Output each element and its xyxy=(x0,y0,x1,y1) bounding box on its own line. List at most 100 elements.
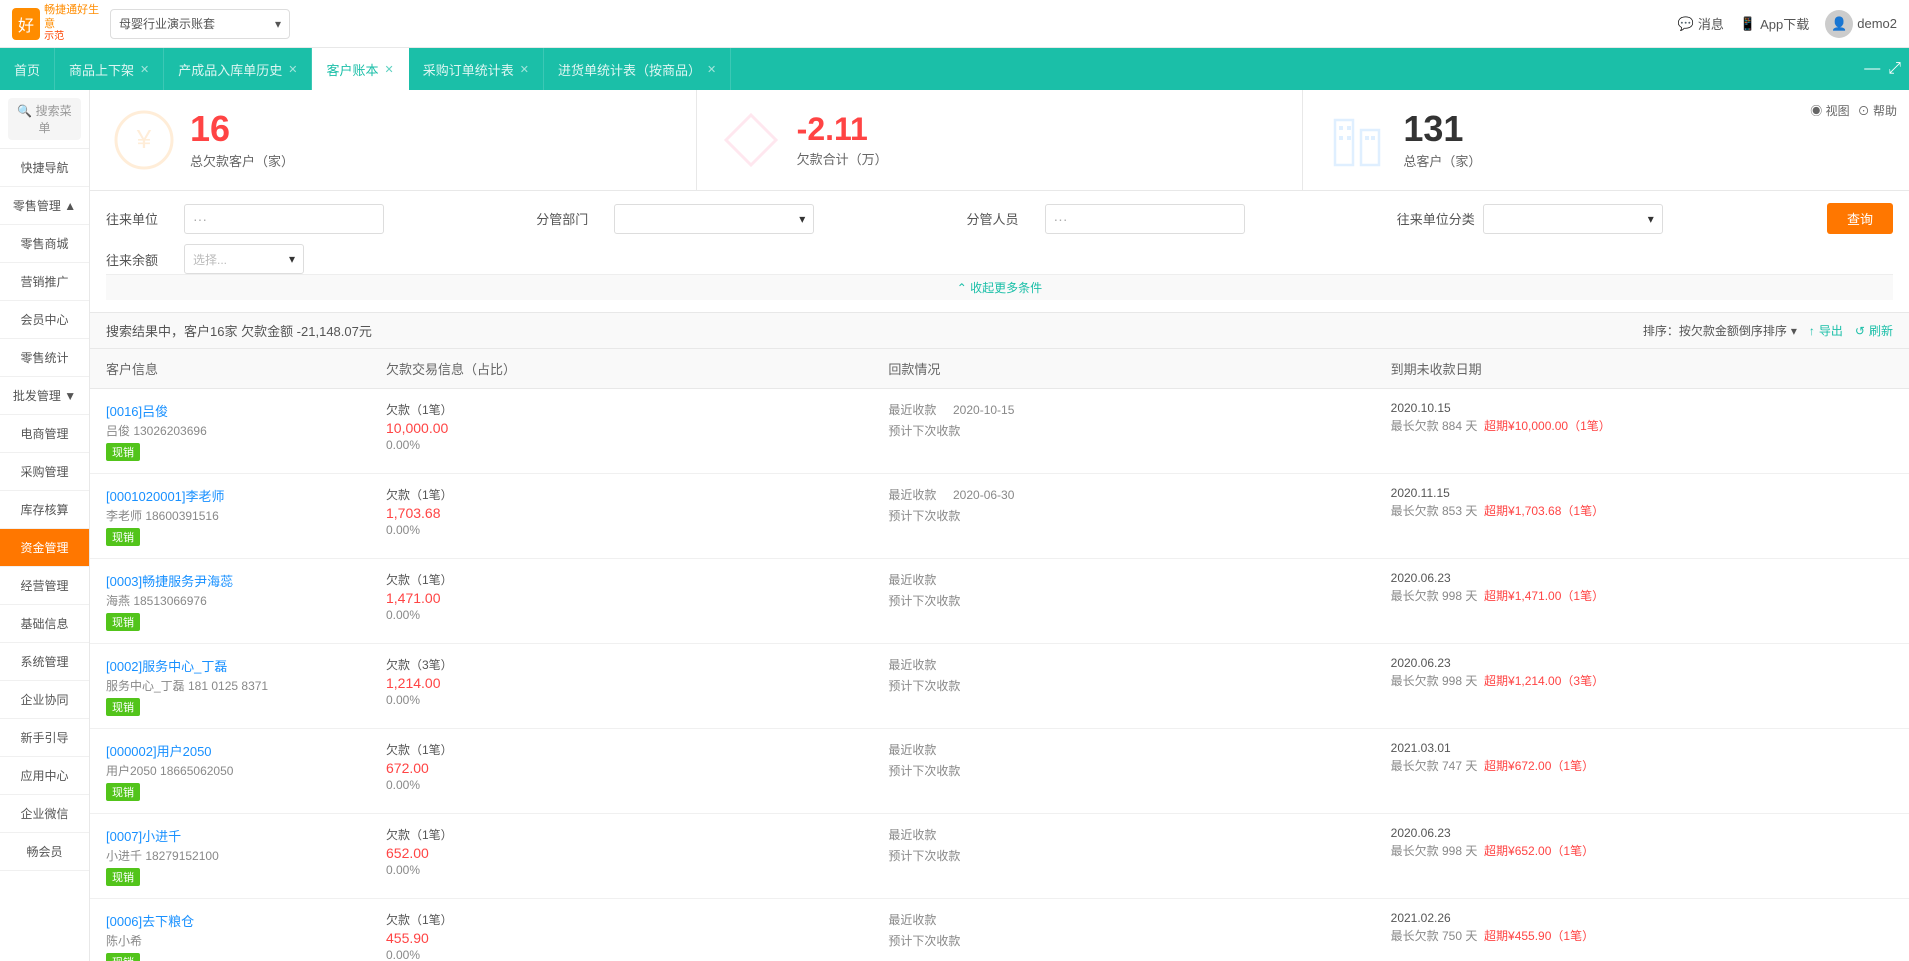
sidebar-item-inventory[interactable]: 库存核算 xyxy=(0,491,89,529)
tab-home[interactable]: 首页 xyxy=(0,48,55,90)
sort-button[interactable]: 排序：按欠款金额倒序排序 ▾ xyxy=(1643,322,1797,339)
sidebar-item-new-guide[interactable]: 新手引导 xyxy=(0,719,89,757)
overdue-days: 最长欠款 998 天 超期¥1,214.00（3笔） xyxy=(1391,672,1893,689)
return-info-cell: 最近收款 预计下次收款 xyxy=(888,571,1390,609)
sidebar-item-retail-stats[interactable]: 零售统计 xyxy=(0,339,89,377)
filter-input-manager[interactable]: ··· xyxy=(1045,204,1245,234)
search-button[interactable]: 查询 xyxy=(1827,203,1893,234)
message-button[interactable]: 💬 消息 xyxy=(1678,14,1724,33)
customer-info-cell: [0003]畅捷服务尹海蕊 海燕 18513066976 现销 xyxy=(106,571,386,631)
app-download-button[interactable]: 📱 App下载 xyxy=(1740,14,1809,33)
customer-name-link[interactable]: [0003]畅捷服务尹海蕊 xyxy=(106,574,233,589)
customer-name-link[interactable]: [0002]服务中心_丁磊 xyxy=(106,659,227,674)
stat-label-debt: 欠款合计（万） xyxy=(797,149,888,168)
sidebar-item-basic-info[interactable]: 基础信息 xyxy=(0,605,89,643)
filter-area: 往来单位 ··· 分管部门 ▾ 分管人员 ··· xyxy=(90,191,1909,313)
customer-info-cell: [0007]小进千 小进千 18279152100 现销 xyxy=(106,826,386,886)
user-avatar[interactable]: 👤 demo2 xyxy=(1825,10,1897,38)
collapse-bar[interactable]: ⌃ 收起更多条件 xyxy=(106,274,1893,300)
overdue-amount[interactable]: 超期¥652.00（1笔） xyxy=(1484,844,1594,858)
sidebar-item-member-center[interactable]: 会员中心 xyxy=(0,301,89,339)
overdue-date: 2020.06.23 xyxy=(1391,826,1893,840)
view-button[interactable]: ◉ 视图 xyxy=(1810,102,1849,119)
sidebar-item-operation[interactable]: 经营管理 xyxy=(0,567,89,605)
stat-label-total: 总客户（家） xyxy=(1403,151,1481,170)
tab-purchase-order[interactable]: 采购订单统计表 ✕ xyxy=(409,48,544,90)
search-menu-button[interactable]: 🔍 搜索菜单 xyxy=(8,98,81,140)
table-row: [0003]畅捷服务尹海蕊 海燕 18513066976 现销 欠款（1笔） 1… xyxy=(90,559,1909,644)
debt-pct: 0.00% xyxy=(386,778,888,792)
overdue-amount[interactable]: 超期¥455.90（1笔） xyxy=(1484,929,1594,943)
overdue-days: 最长欠款 747 天 超期¥672.00（1笔） xyxy=(1391,757,1893,774)
customer-name-link[interactable]: [000002]用户2050 xyxy=(106,744,212,759)
overdue-days: 最长欠款 884 天 超期¥10,000.00（1笔） xyxy=(1391,417,1893,434)
export-button[interactable]: ↑ 导出 xyxy=(1809,322,1843,339)
sidebar-item-chang-member[interactable]: 畅会员 xyxy=(0,833,89,871)
sidebar-item-system[interactable]: 系统管理 xyxy=(0,643,89,681)
filter-group-dept: 分管部门 ▾ xyxy=(536,204,950,234)
stat-icon-building xyxy=(1327,110,1387,170)
customer-name-link[interactable]: [0007]小进千 xyxy=(106,829,181,844)
company-selector[interactable]: 母婴行业演示账套 ▾ xyxy=(110,9,290,39)
sidebar-item-purchase-mgmt[interactable]: 采购管理 xyxy=(0,453,89,491)
tab-product-history[interactable]: 产成品入库单历史 ✕ xyxy=(164,48,312,90)
overdue-amount[interactable]: 超期¥10,000.00（1笔） xyxy=(1484,419,1611,433)
sidebar-item-enterprise-wx[interactable]: 企业微信 xyxy=(0,795,89,833)
debt-amount: 652.00 xyxy=(386,845,888,861)
filter-group-manager: 分管人员 ··· xyxy=(967,204,1381,234)
sidebar-item-app-center[interactable]: 应用中心 xyxy=(0,757,89,795)
overdue-date: 2021.03.01 xyxy=(1391,741,1893,755)
overdue-info-cell: 2020.06.23 最长欠款 998 天 超期¥652.00（1笔） xyxy=(1391,826,1893,859)
sidebar-item-finance-mgmt[interactable]: 资金管理 xyxy=(0,529,89,567)
customer-phone: 小进千 18279152100 xyxy=(106,847,386,864)
filter-select-unit-category[interactable]: ▾ xyxy=(1483,204,1663,234)
customer-phone: 海燕 18513066976 xyxy=(106,592,386,609)
tab-close-icon[interactable]: ✕ xyxy=(385,63,394,76)
customer-name-link[interactable]: [0006]去下粮仓 xyxy=(106,914,194,929)
debt-amount: 1,471.00 xyxy=(386,590,888,606)
results-summary: 搜索结果中，客户16家 欠款金额 -21,148.07元 xyxy=(106,321,372,340)
overdue-info-cell: 2020.06.23 最长欠款 998 天 超期¥1,471.00（1笔） xyxy=(1391,571,1893,604)
debt-info-cell: 欠款（3笔） 1,214.00 0.00% xyxy=(386,656,888,707)
tab-close-icon[interactable]: ✕ xyxy=(288,63,297,76)
stats-row: ¥ 16 总欠款客户（家） -2.11 欠款合计（万） xyxy=(90,90,1909,191)
overdue-days: 最长欠款 998 天 超期¥652.00（1笔） xyxy=(1391,842,1893,859)
tab-close-icon[interactable]: ✕ xyxy=(520,63,529,76)
filter-select-dept[interactable]: ▾ xyxy=(614,204,814,234)
filter-group-balance: 往来余额 选择... ▾ xyxy=(106,244,1893,274)
customer-name-link[interactable]: [0016]吕俊 xyxy=(106,404,168,419)
sidebar-item-marketing[interactable]: 营销推广 xyxy=(0,263,89,301)
debt-label: 欠款（3笔） xyxy=(386,656,888,673)
return-next: 预计下次收款 xyxy=(888,847,1390,864)
filter-select-balance[interactable]: 选择... ▾ xyxy=(184,244,304,274)
overdue-amount[interactable]: 超期¥1,703.68（1笔） xyxy=(1484,504,1604,518)
tab-incoming-stats[interactable]: 进货单统计表（按商品） ✕ xyxy=(544,48,731,90)
customer-phone: 服务中心_丁磊 181 0125 8371 xyxy=(106,677,386,694)
tab-product-off[interactable]: 商品上下架 ✕ xyxy=(55,48,164,90)
table-row: [0001020001]李老师 李老师 18600391516 现销 欠款（1笔… xyxy=(90,474,1909,559)
refresh-button[interactable]: ↺ 刷新 xyxy=(1855,322,1893,339)
overdue-amount[interactable]: 超期¥1,471.00（1笔） xyxy=(1484,589,1604,603)
customer-name-link[interactable]: [0001020001]李老师 xyxy=(106,489,225,504)
sidebar-item-batch-mgmt[interactable]: 批发管理 ▼ xyxy=(0,377,89,415)
help-button[interactable]: ⊙ 帮助 xyxy=(1858,102,1897,119)
tab-minimize-icon[interactable]: — xyxy=(1864,60,1880,78)
sidebar-item-quick-nav[interactable]: 快捷导航 xyxy=(0,149,89,187)
overdue-date: 2020.11.15 xyxy=(1391,486,1893,500)
tab-customer-account[interactable]: 客户账本 ✕ xyxy=(312,48,408,90)
stat-info-customers: 16 总欠款客户（家） xyxy=(190,111,294,170)
tab-close-icon[interactable]: ✕ xyxy=(140,63,149,76)
tab-close-icon[interactable]: ✕ xyxy=(707,63,716,76)
sidebar-item-ecommerce[interactable]: 电商管理 xyxy=(0,415,89,453)
overdue-days: 最长欠款 853 天 超期¥1,703.68（1笔） xyxy=(1391,502,1893,519)
filter-input-source-unit[interactable]: ··· xyxy=(184,204,384,234)
tab-bar-right: — ⤢ xyxy=(1864,60,1909,78)
tab-maximize-icon[interactable]: ⤢ xyxy=(1888,60,1901,78)
sidebar-item-enterprise-coop[interactable]: 企业协同 xyxy=(0,681,89,719)
return-next: 预计下次收款 xyxy=(888,677,1390,694)
sidebar-item-retail-mall[interactable]: 零售商城 xyxy=(0,225,89,263)
overdue-amount[interactable]: 超期¥672.00（1笔） xyxy=(1484,759,1594,773)
overdue-amount[interactable]: 超期¥1,214.00（3笔） xyxy=(1484,674,1604,688)
sidebar-item-retail-mgmt[interactable]: 零售管理 ▲ xyxy=(0,187,89,225)
filter-label-unit-category: 往来单位分类 xyxy=(1397,209,1475,228)
